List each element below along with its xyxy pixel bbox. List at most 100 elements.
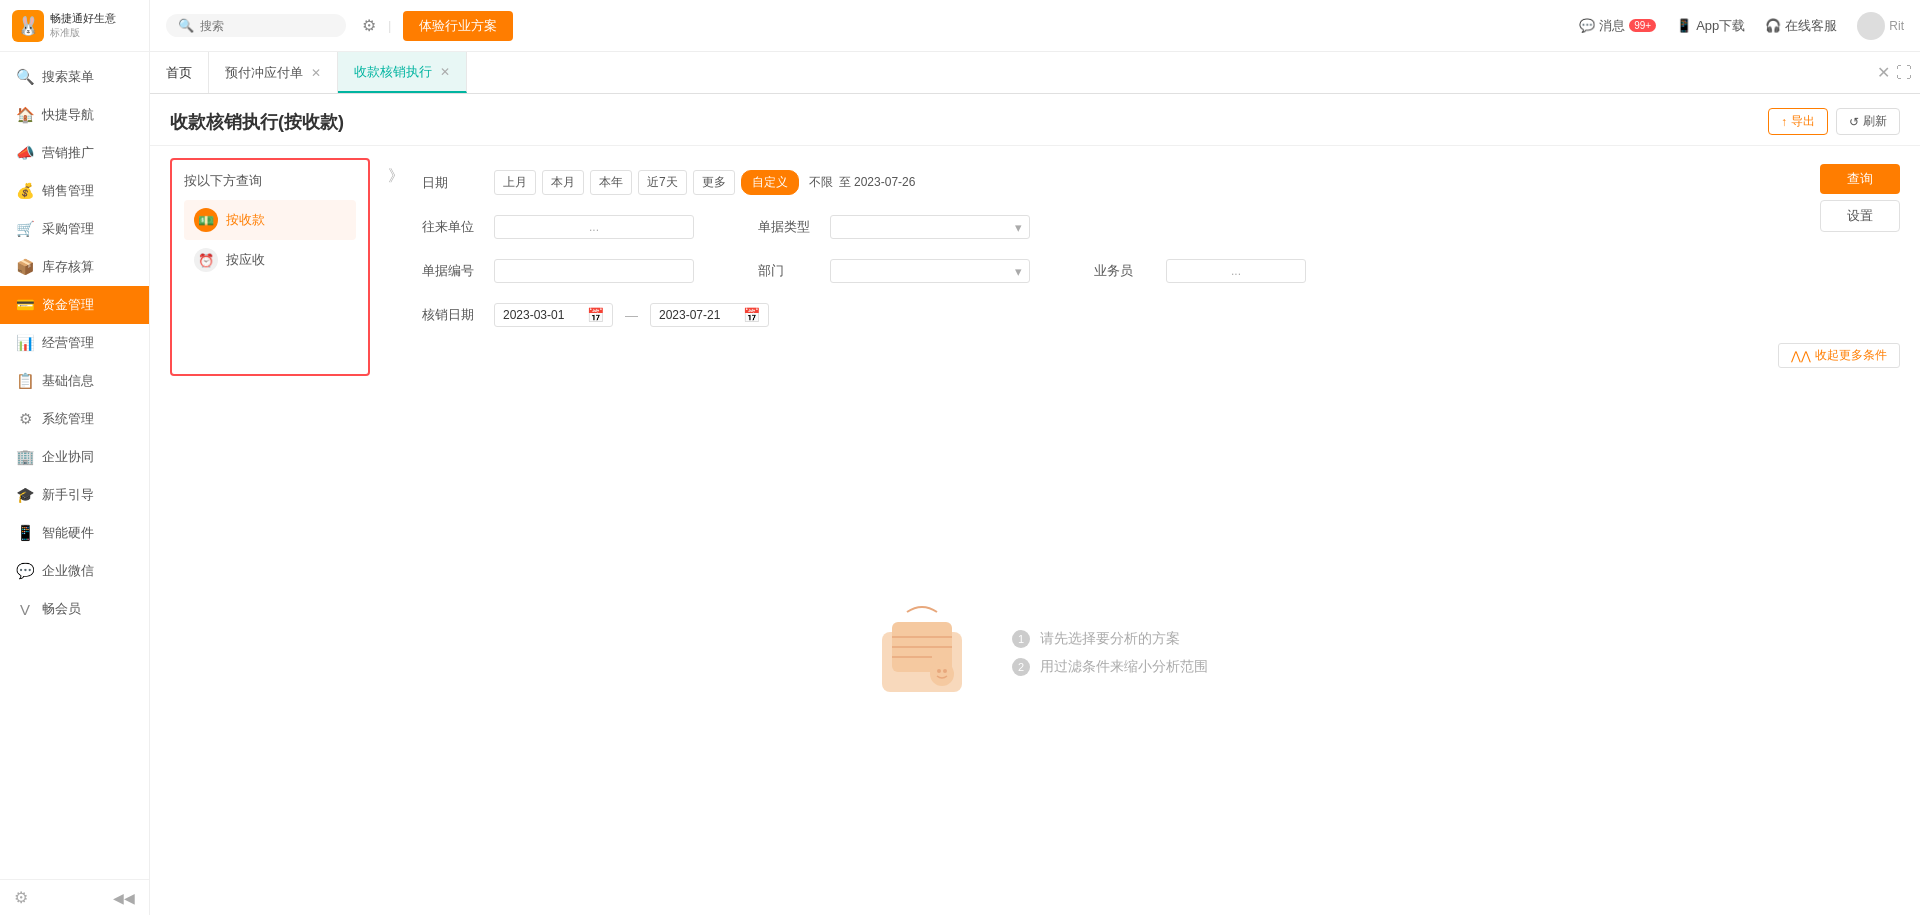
sidebar-item-vip[interactable]: V 畅会员 (0, 590, 149, 628)
date-filter-row: 日期 上月 本月 本年 近7天 更多 自定义 不限 至 2023-07-26 (422, 164, 1796, 201)
wechat-icon: 💬 (16, 562, 34, 580)
offset-date-start[interactable]: 📅 (494, 303, 613, 327)
hardware-icon: 📱 (16, 524, 34, 542)
sidebar-item-label: 资金管理 (42, 296, 94, 314)
tab-close-all-icon[interactable]: ✕ (1877, 63, 1890, 82)
date-last-month-button[interactable]: 上月 (494, 170, 536, 195)
newbie-icon: 🎓 (16, 486, 34, 504)
svg-point-6 (937, 669, 941, 673)
sidebar-item-enterprise[interactable]: 🏢 企业协同 (0, 438, 149, 476)
offset-date-end[interactable]: 📅 (650, 303, 769, 327)
message-badge: 99+ (1629, 19, 1656, 32)
topbar-search-input[interactable] (200, 19, 330, 33)
collapse-more-label: 收起更多条件 (1815, 347, 1887, 364)
partner-label: 往来单位 (422, 218, 482, 236)
date-this-month-button[interactable]: 本月 (542, 170, 584, 195)
date-7days-button[interactable]: 近7天 (638, 170, 687, 195)
topbar-user[interactable]: Rit (1857, 12, 1904, 40)
refresh-button[interactable]: ↺ 刷新 (1836, 108, 1900, 135)
filter-item-by-receipt[interactable]: 💵 按收款 (184, 200, 356, 240)
sidebar-collapse-icon[interactable]: ◀◀ (113, 890, 135, 906)
operation-icon: 📊 (16, 334, 34, 352)
dept-select[interactable] (830, 259, 1030, 283)
date-custom-button[interactable]: 自定义 (741, 170, 799, 195)
offset-date-start-cal-icon[interactable]: 📅 (587, 307, 604, 323)
logo-icon: 🐰 (12, 10, 44, 42)
sidebar-logo: 🐰 畅捷通好生意 标准版 (0, 0, 149, 52)
sidebar-item-purchase[interactable]: 🛒 采购管理 (0, 210, 149, 248)
collapse-more-button[interactable]: ⋀⋀ 收起更多条件 (1778, 343, 1900, 368)
sidebar-item-marketing[interactable]: 📣 营销推广 (0, 134, 149, 172)
topbar-message[interactable]: 💬 消息 99+ (1579, 17, 1656, 35)
offset-date-end-cal-icon[interactable]: 📅 (743, 307, 760, 323)
setting-button[interactable]: 设置 (1820, 200, 1900, 232)
date-more-button[interactable]: 更多 (693, 170, 735, 195)
filter-title: 按以下方查询 (184, 172, 356, 190)
sidebar-item-inventory[interactable]: 📦 库存核算 (0, 248, 149, 286)
tab-prepay-close-icon[interactable]: ✕ (311, 66, 321, 80)
partner-doctype-row: 往来单位 ... 单据类型 ▾ (422, 209, 1796, 245)
date-separator: 不限 (809, 174, 833, 191)
offset-date-end-input[interactable] (659, 308, 739, 322)
tab-home[interactable]: 首页 (150, 52, 209, 93)
tab-receipt-offset[interactable]: 收款核销执行 ✕ (338, 52, 467, 93)
offset-date-start-input[interactable] (503, 308, 583, 322)
marketing-icon: 📣 (16, 144, 34, 162)
finance-icon: 💳 (16, 296, 34, 314)
partner-input[interactable]: ... (494, 215, 694, 239)
salesperson-input[interactable]: ... (1166, 259, 1306, 283)
sidebar-item-hardware[interactable]: 📱 智能硬件 (0, 514, 149, 552)
filter-item-by-receivable[interactable]: ⏰ 按应收 (184, 240, 356, 280)
query-actions: 查询 设置 (1820, 164, 1900, 232)
sidebar-item-label: 销售管理 (42, 182, 94, 200)
industry-solution-button[interactable]: 体验行业方案 (403, 11, 513, 41)
by-receipt-icon: 💵 (194, 208, 218, 232)
topbar-online-service[interactable]: 🎧 在线客服 (1765, 17, 1837, 35)
tab-receipt-close-icon[interactable]: ✕ (440, 65, 450, 79)
sidebar-item-operation[interactable]: 📊 经营管理 (0, 324, 149, 362)
sidebar-item-search-menu[interactable]: 🔍 搜索菜单 (0, 58, 149, 96)
sidebar-item-label: 快捷导航 (42, 106, 94, 124)
sidebar-item-label: 库存核算 (42, 258, 94, 276)
topbar-right: 💬 消息 99+ 📱 App下载 🎧 在线客服 Rit (1579, 12, 1904, 40)
tab-prepay-order[interactable]: 预付冲应付单 ✕ (209, 52, 338, 93)
sidebar-item-basic-info[interactable]: 📋 基础信息 (0, 362, 149, 400)
sidebar-item-quick-nav[interactable]: 🏠 快捷导航 (0, 96, 149, 134)
collapse-more-icon: ⋀⋀ (1791, 349, 1811, 363)
app-download-label: App下载 (1696, 17, 1745, 35)
refresh-icon: ↺ (1849, 115, 1859, 129)
sidebar-item-newbie[interactable]: 🎓 新手引导 (0, 476, 149, 514)
topbar-app-download[interactable]: 📱 App下载 (1676, 17, 1745, 35)
sidebar-item-sales[interactable]: 💰 销售管理 (0, 172, 149, 210)
tab-receipt-label: 收款核销执行 (354, 63, 432, 81)
date-this-year-button[interactable]: 本年 (590, 170, 632, 195)
sidebar-item-finance[interactable]: 💳 资金管理 (0, 286, 149, 324)
logo-text-block: 畅捷通好生意 标准版 (50, 11, 116, 39)
export-label: 导出 (1791, 113, 1815, 130)
export-button[interactable]: ↑ 导出 (1768, 108, 1828, 135)
doc-num-input[interactable] (494, 259, 694, 283)
dept-label: 部门 (758, 262, 818, 280)
doc-type-select[interactable] (830, 215, 1030, 239)
date-filter-buttons: 上月 本月 本年 近7天 更多 自定义 不限 至 2023-07-26 (494, 170, 915, 195)
sidebar-item-label: 经营管理 (42, 334, 94, 352)
salesperson-label: 业务员 (1094, 262, 1154, 280)
sidebar-item-system[interactable]: ⚙ 系统管理 (0, 400, 149, 438)
sidebar-item-label: 采购管理 (42, 220, 94, 238)
panel-collapse-button[interactable]: 》 (386, 158, 406, 187)
user-avatar (1857, 12, 1885, 40)
sidebar-settings-icon[interactable]: ⚙ (14, 888, 28, 907)
svg-point-7 (943, 669, 947, 673)
empty-hints: 1 请先选择要分析的方案 2 用过滤条件来缩小分析范围 (1012, 624, 1208, 680)
vip-icon: V (16, 601, 34, 618)
sidebar-item-label: 营销推广 (42, 144, 94, 162)
sidebar: 🐰 畅捷通好生意 标准版 🔍 搜索菜单 🏠 快捷导航 📣 营销推广 💰 销售管理… (0, 0, 150, 915)
topbar-search-box[interactable]: 🔍 (166, 14, 346, 37)
message-icon: 💬 (1579, 18, 1595, 33)
topbar-gear-icon[interactable]: ⚙ (362, 16, 376, 35)
sidebar-item-label: 畅会员 (42, 600, 81, 618)
query-button[interactable]: 查询 (1820, 164, 1900, 194)
tab-expand-icon[interactable]: ⛶ (1896, 64, 1912, 82)
page-title: 收款核销执行(按收款) (170, 110, 344, 134)
sidebar-item-wechat[interactable]: 💬 企业微信 (0, 552, 149, 590)
